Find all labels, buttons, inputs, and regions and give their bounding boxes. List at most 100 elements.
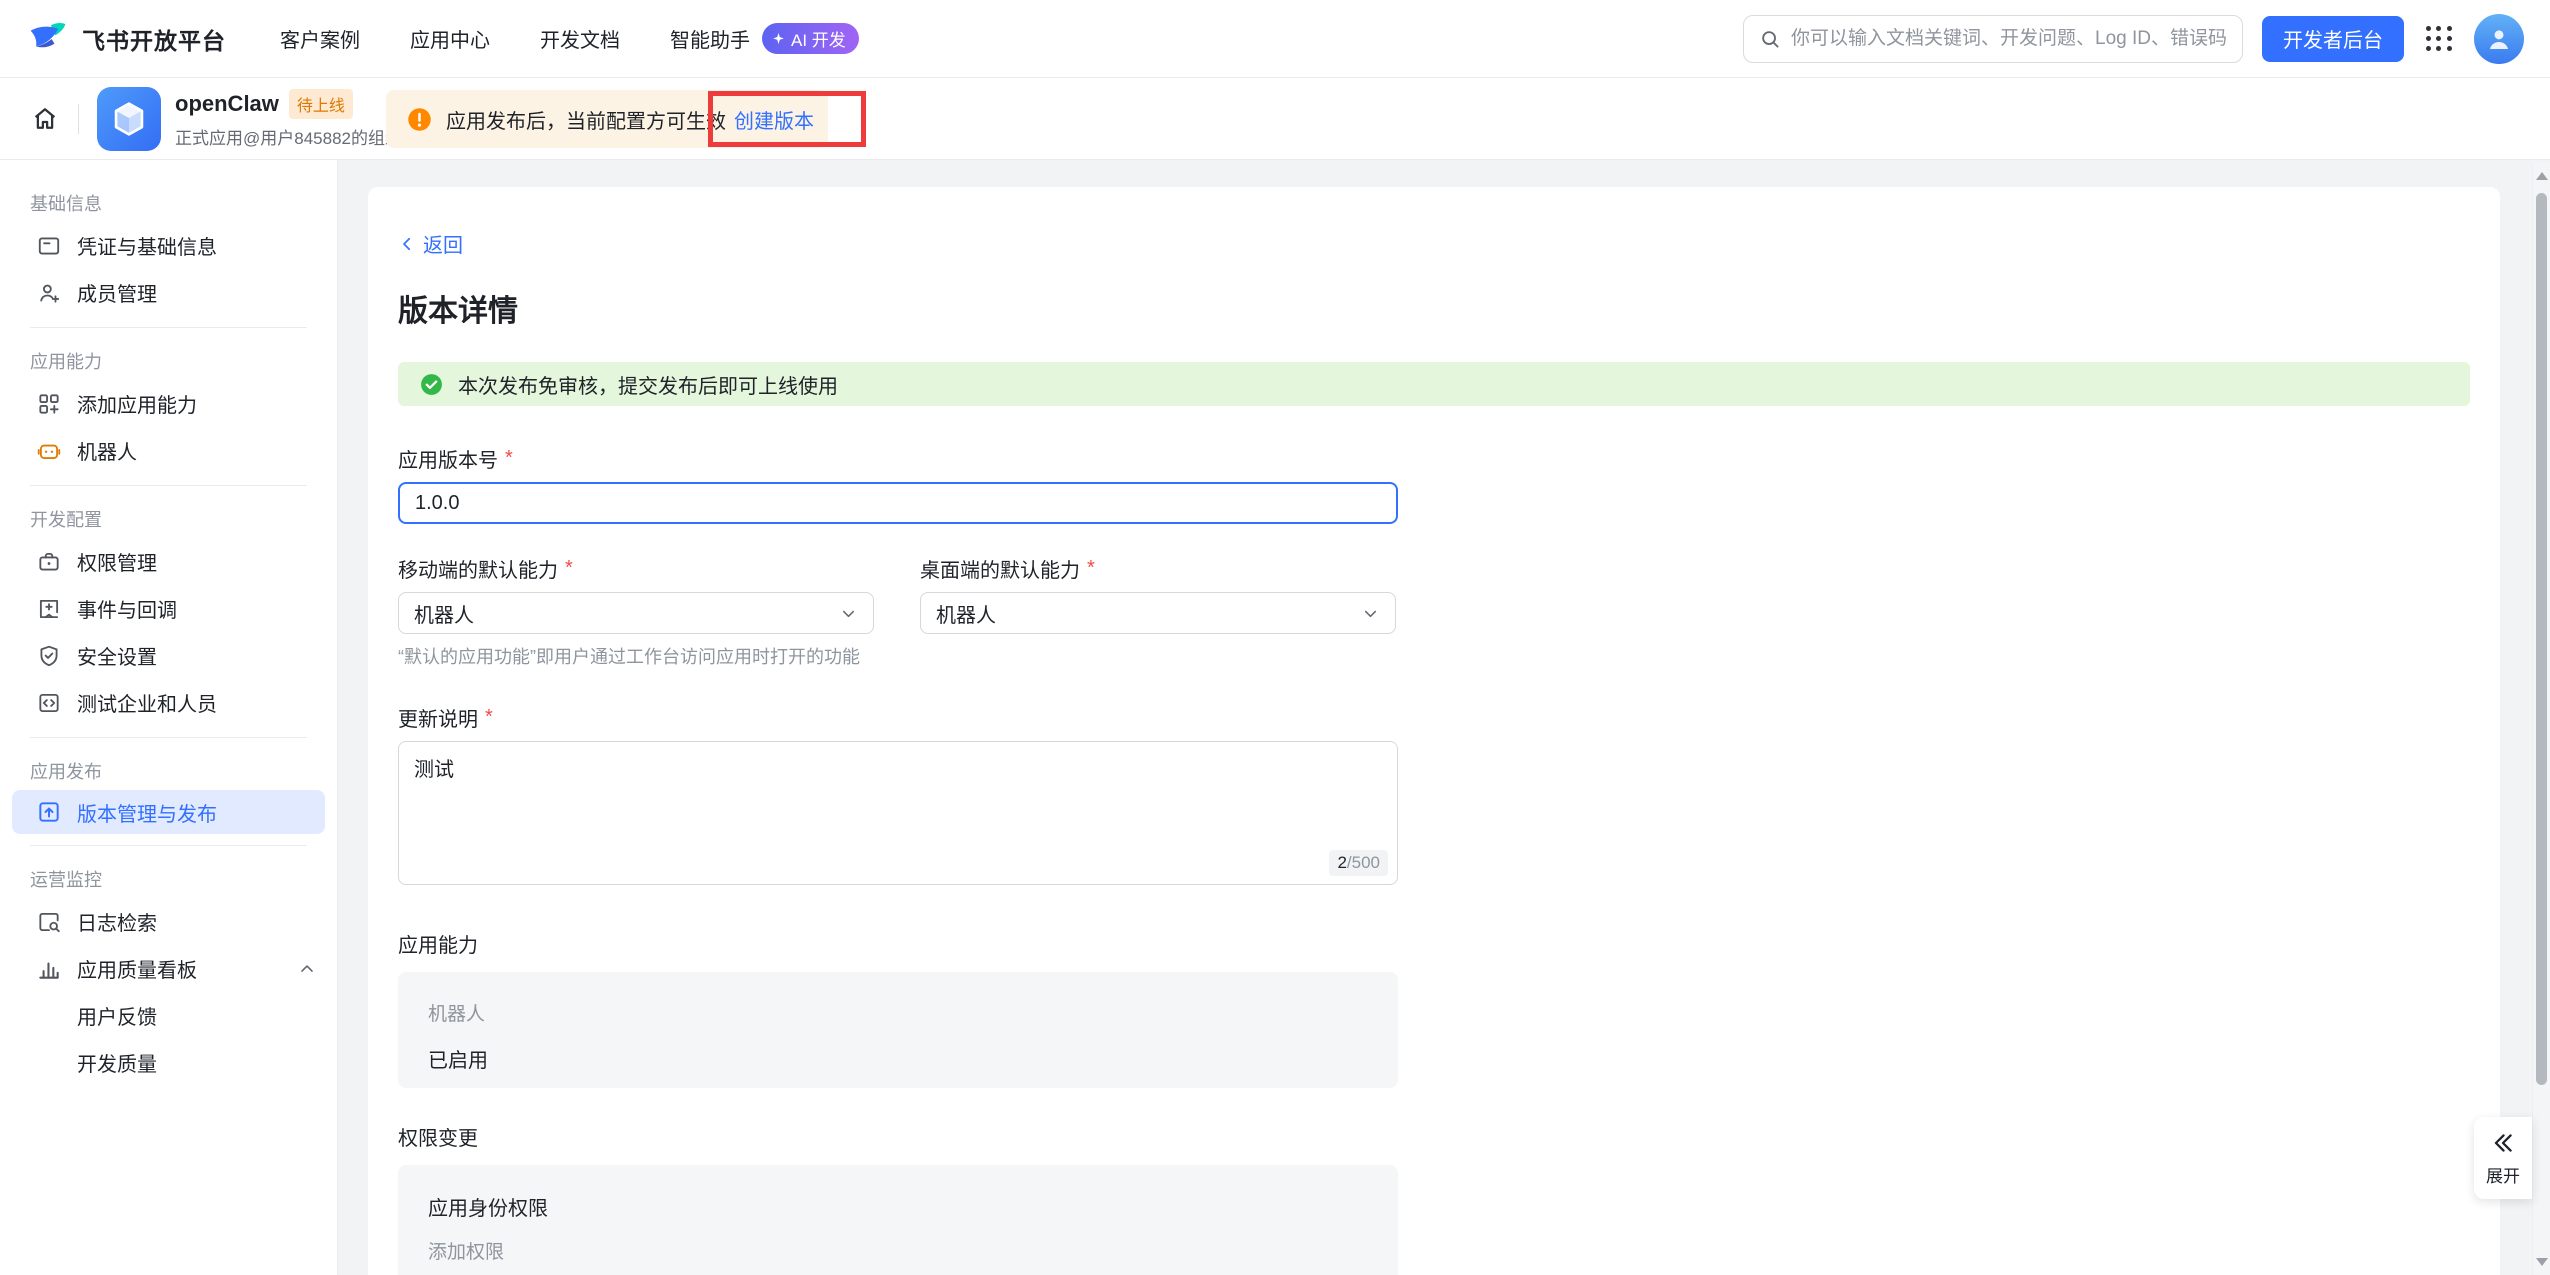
sidebar-item-quality-dashboard[interactable]: 应用质量看板 <box>0 945 337 992</box>
double-chevron-left-icon <box>2490 1130 2516 1156</box>
search-icon <box>1759 28 1781 50</box>
nav-dev-docs[interactable]: 开发文档 <box>540 24 620 53</box>
desktop-capability-select[interactable]: 机器人 <box>920 592 1396 634</box>
capability-name: 机器人 <box>428 999 1368 1026</box>
sidebar-section-capabilities: 应用能力 <box>30 348 337 374</box>
divider <box>30 485 307 486</box>
permission-group: 应用身份权限 <box>428 1192 1368 1221</box>
sidebar-item-members[interactable]: 成员管理 <box>0 269 337 316</box>
bar-chart-icon <box>36 956 62 982</box>
app-meta: openClaw 待上线 正式应用@用户845882的组织 <box>175 89 402 149</box>
expand-label: 展开 <box>2486 1162 2520 1187</box>
scroll-down-arrow-icon[interactable] <box>2536 1258 2548 1266</box>
platform-title: 飞书开放平台 <box>82 22 226 56</box>
success-banner: 本次发布免审核，提交发布后即可上线使用 <box>398 362 2470 406</box>
sidebar-item-add-capability[interactable]: 添加应用能力 <box>0 380 337 427</box>
release-notes-textarea[interactable]: 测试 <box>399 742 1397 884</box>
shield-check-icon <box>36 643 62 669</box>
home-icon[interactable] <box>30 104 60 134</box>
app-capability-box: 机器人 已启用 <box>398 972 1398 1088</box>
app-org: 正式应用@用户845882的组织 <box>175 124 402 149</box>
create-version-link[interactable]: 创建版本 <box>734 78 814 160</box>
scrollbar-thumb[interactable] <box>2536 193 2547 1085</box>
sidebar-section-monitoring: 运营监控 <box>30 866 337 892</box>
chevron-up-icon[interactable] <box>297 959 317 979</box>
sidebar-subitem-dev-quality[interactable]: 开发质量 <box>0 1039 337 1086</box>
sidebar-subitem-user-feedback[interactable]: 用户反馈 <box>0 992 337 1039</box>
member-add-icon <box>36 280 62 306</box>
log-search-icon <box>36 909 62 935</box>
check-circle-icon <box>419 372 444 397</box>
permission-change-box: 应用身份权限 添加权限 暂无 <box>398 1165 1398 1275</box>
sidebar-section-dev-config: 开发配置 <box>30 506 337 532</box>
sparkle-icon <box>771 31 786 46</box>
feishu-open-platform-page: 飞书开放平台 客户案例 应用中心 开发文档 智能助手 AI 开发 开发者后台 <box>0 0 2550 1275</box>
mobile-capability-label: 移动端的默认能力 * <box>398 554 874 583</box>
capability-status: 已启用 <box>428 1044 1368 1073</box>
feishu-logo-icon <box>26 17 70 61</box>
id-card-icon <box>36 233 62 259</box>
release-notes-field: 测试 2/500 <box>398 741 1398 885</box>
sidebar-item-credentials[interactable]: 凭证与基础信息 <box>0 222 337 269</box>
logo[interactable]: 飞书开放平台 <box>26 17 226 61</box>
sidebar-item-security[interactable]: 安全设置 <box>0 632 337 679</box>
capability-hint: “默认的应用功能”即用户通过工作台访问应用时打开的功能 <box>398 643 874 669</box>
sidebar-section-basic-info: 基础信息 <box>30 190 337 216</box>
back-chevron-icon <box>398 235 416 253</box>
nav-ai-assistant[interactable]: 智能助手 <box>670 24 750 53</box>
required-mark: * <box>505 447 513 470</box>
banner-text: 本次发布免审核，提交发布后即可上线使用 <box>458 370 838 399</box>
version-input[interactable] <box>398 482 1398 524</box>
global-search[interactable] <box>1743 15 2243 63</box>
app-cube-icon <box>97 87 161 151</box>
mobile-capability-select[interactable]: 机器人 <box>398 592 874 634</box>
page-title: 版本详情 <box>398 286 2470 330</box>
app-name: openClaw <box>175 91 279 117</box>
divider <box>30 737 307 738</box>
top-navigation-bar: 飞书开放平台 客户案例 应用中心 开发文档 智能助手 AI 开发 开发者后台 <box>0 0 2550 78</box>
status-badge: 待上线 <box>289 89 353 119</box>
char-counter: 2/500 <box>1329 850 1388 876</box>
apps-grid-icon[interactable] <box>2423 23 2455 55</box>
warning-icon <box>406 106 433 133</box>
top-nav-right: 开发者后台 <box>1743 14 2524 64</box>
publish-up-icon <box>36 799 62 825</box>
version-label: 应用版本号 * <box>398 444 2470 473</box>
nav-customer-cases[interactable]: 客户案例 <box>280 24 360 53</box>
main-content-area: 返回 版本详情 本次发布免审核，提交发布后即可上线使用 应用版本号 * 移动端的… <box>338 160 2550 1275</box>
event-callback-icon <box>36 596 62 622</box>
page-scrollbar[interactable] <box>2532 163 2550 1275</box>
sidebar-item-version-release[interactable]: 版本管理与发布 <box>12 790 325 834</box>
user-avatar[interactable] <box>2474 14 2524 64</box>
code-square-icon <box>36 690 62 716</box>
sidebar-section-release: 应用发布 <box>30 758 337 784</box>
sidebar: 基础信息 凭证与基础信息 成员管理 应用能力 添加应用能力 机器人 <box>0 160 338 1275</box>
app-header-bar: openClaw 待上线 正式应用@用户845882的组织 应用发布后，当前配置… <box>0 78 2550 160</box>
back-link[interactable]: 返回 <box>398 229 463 258</box>
expand-panel-tab[interactable]: 展开 <box>2474 1117 2532 1199</box>
required-mark: * <box>485 706 493 729</box>
sidebar-item-events[interactable]: 事件与回调 <box>0 585 337 632</box>
scroll-up-arrow-icon[interactable] <box>2536 172 2548 180</box>
desktop-capability-label: 桌面端的默认能力 * <box>920 554 1396 583</box>
version-detail-card: 返回 版本详情 本次发布免审核，提交发布后即可上线使用 应用版本号 * 移动端的… <box>368 187 2500 1275</box>
app-capability-title: 应用能力 <box>398 929 2470 958</box>
chevron-down-icon <box>1361 604 1380 623</box>
sidebar-item-permissions[interactable]: 权限管理 <box>0 538 337 585</box>
ai-dev-badge[interactable]: AI 开发 <box>762 23 859 54</box>
sidebar-item-test-org[interactable]: 测试企业和人员 <box>0 679 337 726</box>
search-input[interactable] <box>1791 28 2227 50</box>
robot-icon <box>36 438 62 464</box>
release-notes-label: 更新说明 * <box>398 703 2470 732</box>
divider <box>78 104 79 134</box>
developer-console-button[interactable]: 开发者后台 <box>2262 16 2404 62</box>
sidebar-item-bot[interactable]: 机器人 <box>0 427 337 474</box>
sidebar-item-log-search[interactable]: 日志检索 <box>0 898 337 945</box>
apps-add-icon <box>36 391 62 417</box>
permission-row-label: 添加权限 <box>428 1237 1368 1264</box>
nav-app-center[interactable]: 应用中心 <box>410 24 490 53</box>
notice-text: 应用发布后，当前配置方可生效 <box>446 105 726 134</box>
chevron-down-icon <box>839 604 858 623</box>
divider <box>30 845 307 846</box>
permission-briefcase-icon <box>36 549 62 575</box>
